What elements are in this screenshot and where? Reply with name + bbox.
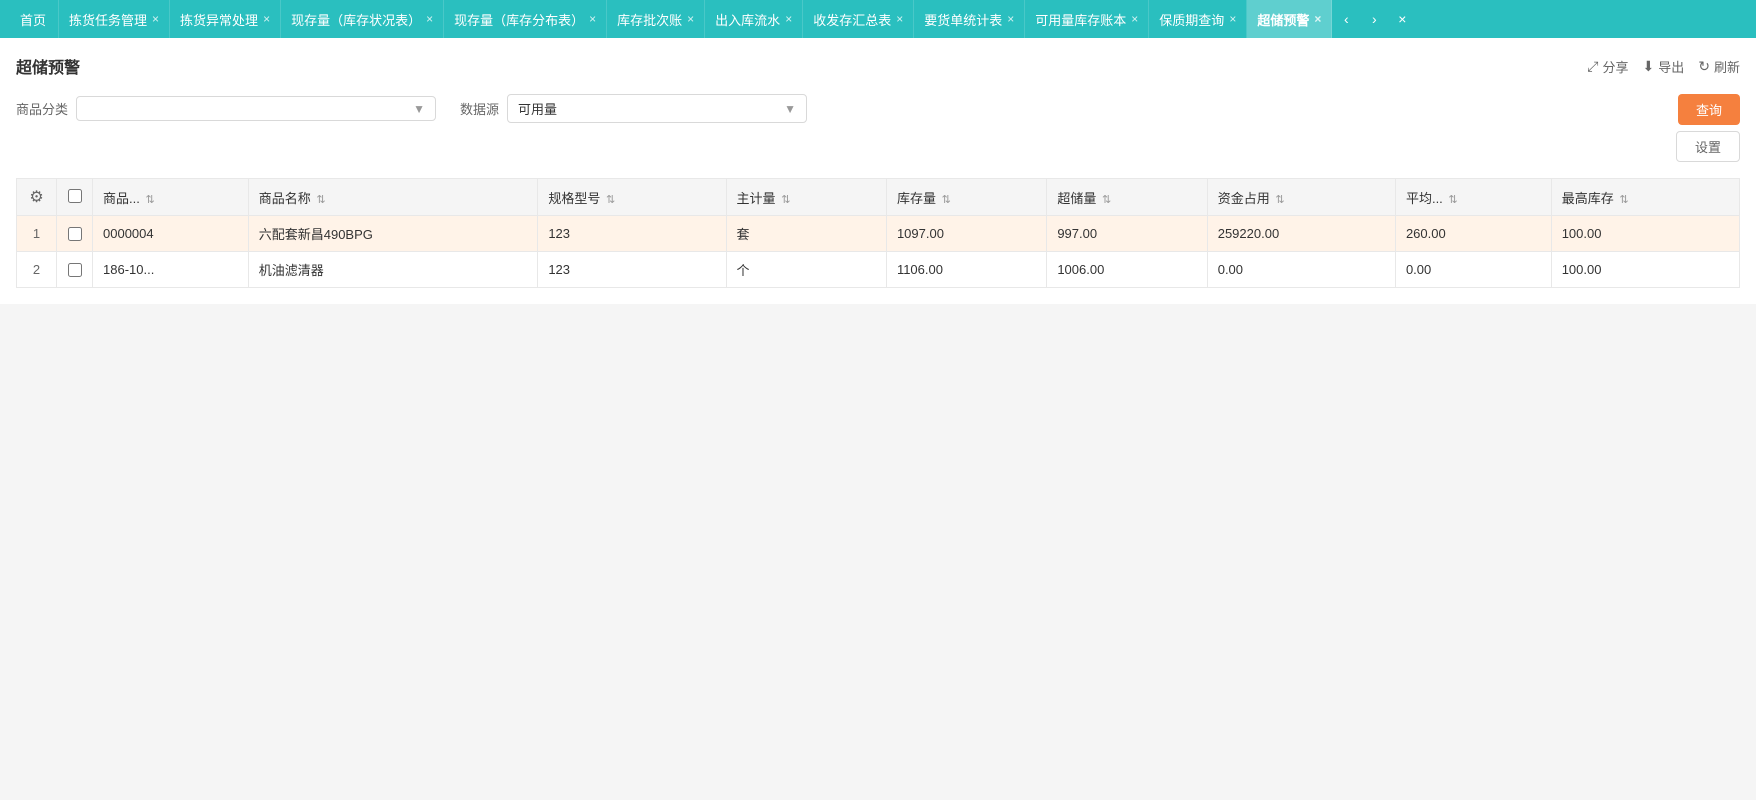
close-tab-stock-dist[interactable]: × [589, 12, 596, 26]
row-max-stock: 100.00 [1551, 216, 1739, 252]
row-product-code: 186-10... [93, 252, 249, 288]
close-tab-pick-exception[interactable]: × [263, 12, 270, 26]
main-content: 超储预警 ⤢ 分享 ⬇ 导出 ↻ 刷新 商品分类 ▼ [0, 38, 1756, 304]
col-header-unit[interactable]: 主计量 ⇅ [726, 179, 886, 216]
row-product-name: 机油滤清器 [248, 252, 538, 288]
row-spec: 123 [538, 216, 726, 252]
nav-tab-recv-summary[interactable]: 收发存汇总表 × [803, 0, 914, 38]
export-button[interactable]: ⬇ 导出 [1643, 57, 1685, 76]
row-unit: 个 [726, 252, 886, 288]
close-tab-inout-flow[interactable]: × [785, 12, 792, 26]
export-icon: ⬇ [1643, 58, 1655, 75]
settings-button[interactable]: 设置 [1676, 131, 1740, 162]
row-index: 1 [17, 216, 57, 252]
col-header-product-name[interactable]: 商品名称 ⇅ [248, 179, 538, 216]
row-avg: 260.00 [1395, 216, 1551, 252]
nav-tab-pick-exception[interactable]: 拣货异常处理 × [170, 0, 281, 38]
row-index: 2 [17, 252, 57, 288]
close-tab-stock-status[interactable]: × [426, 12, 433, 26]
nav-prev-arrow[interactable]: ‹ [1332, 0, 1360, 38]
refresh-icon: ↻ [1698, 58, 1710, 75]
nav-tab-stock-dist[interactable]: 现存量（库存分布表） × [444, 0, 607, 38]
row-overstock: 1006.00 [1047, 252, 1207, 288]
select-all-checkbox[interactable] [68, 189, 82, 203]
share-icon: ⤢ [1587, 58, 1598, 75]
refresh-button[interactable]: ↻ 刷新 [1698, 57, 1740, 76]
row-checkbox[interactable] [68, 263, 82, 277]
product-category-filter: 商品分类 ▼ [16, 96, 436, 121]
product-category-select[interactable]: ▼ [76, 96, 436, 121]
title-actions: ⤢ 分享 ⬇ 导出 ↻ 刷新 [1587, 57, 1740, 76]
sort-icon-overstock: ⇅ [1102, 194, 1111, 206]
nav-tab-batch-account[interactable]: 库存批次账 × [607, 0, 705, 38]
col-header-stock[interactable]: 库存量 ⇅ [886, 179, 1046, 216]
row-checkbox-cell[interactable] [57, 216, 93, 252]
sort-icon-capital: ⇅ [1275, 194, 1284, 206]
row-avg: 0.00 [1395, 252, 1551, 288]
data-source-label: 数据源 [460, 99, 499, 118]
data-source-filter: 数据源 可用量 ▼ [460, 94, 807, 123]
close-tab-recv-summary[interactable]: × [896, 12, 903, 26]
sort-icon-avg: ⇅ [1448, 194, 1457, 206]
table-row: 2 186-10... 机油滤清器 123 个 1106.00 1006.00 … [17, 252, 1740, 288]
nav-tab-quality-check[interactable]: 保质期查询 × [1149, 0, 1247, 38]
sort-icon-unit: ⇅ [781, 194, 790, 206]
row-capital: 259220.00 [1207, 216, 1395, 252]
table-row: 1 0000004 六配套新昌490BPG 123 套 1097.00 997.… [17, 216, 1740, 252]
row-stock: 1097.00 [886, 216, 1046, 252]
col-header-checkbox[interactable] [57, 179, 93, 216]
sort-icon-product-name: ⇅ [316, 194, 325, 206]
row-unit: 套 [726, 216, 886, 252]
col-header-settings[interactable]: ⚙ [17, 179, 57, 216]
col-header-product-code[interactable]: 商品... ⇅ [93, 179, 249, 216]
sort-icon-spec: ⇅ [606, 194, 615, 206]
col-header-avg[interactable]: 平均... ⇅ [1395, 179, 1551, 216]
nav-tab-inout-flow[interactable]: 出入库流水 × [705, 0, 803, 38]
sort-icon-product-code: ⇅ [145, 194, 154, 206]
row-spec: 123 [538, 252, 726, 288]
row-overstock: 997.00 [1047, 216, 1207, 252]
col-header-overstock[interactable]: 超储量 ⇅ [1047, 179, 1207, 216]
table-header-row: ⚙ 商品... ⇅ 商品名称 ⇅ 规格型号 ⇅ 主计量 [17, 179, 1740, 216]
close-tab-batch-account[interactable]: × [687, 12, 694, 26]
nav-tab-overstock[interactable]: 超储预警 × [1247, 0, 1332, 38]
nav-next-arrow[interactable]: › [1360, 0, 1388, 38]
row-capital: 0.00 [1207, 252, 1395, 288]
close-tab-available-stock[interactable]: × [1131, 12, 1138, 26]
row-checkbox[interactable] [68, 227, 82, 241]
product-category-dropdown-arrow: ▼ [413, 102, 425, 116]
data-table: ⚙ 商品... ⇅ 商品名称 ⇅ 规格型号 ⇅ 主计量 [16, 178, 1740, 288]
close-tab-overstock[interactable]: × [1314, 12, 1321, 26]
close-tab-quality-check[interactable]: × [1229, 12, 1236, 26]
col-header-capital[interactable]: 资金占用 ⇅ [1207, 179, 1395, 216]
row-max-stock: 100.00 [1551, 252, 1739, 288]
data-source-value: 可用量 [518, 99, 557, 118]
settings-gear-icon[interactable]: ⚙ [29, 189, 43, 206]
row-product-name: 六配套新昌490BPG [248, 216, 538, 252]
close-tab-order-stats[interactable]: × [1007, 12, 1014, 26]
nav-tab-order-stats[interactable]: 要货单统计表 × [914, 0, 1025, 38]
page-title-row: 超储预警 ⤢ 分享 ⬇ 导出 ↻ 刷新 [16, 54, 1740, 78]
nav-close-arrow[interactable]: × [1388, 0, 1416, 38]
col-header-spec[interactable]: 规格型号 ⇅ [538, 179, 726, 216]
data-source-select[interactable]: 可用量 ▼ [507, 94, 807, 123]
row-stock: 1106.00 [886, 252, 1046, 288]
nav-home[interactable]: 首页 [8, 0, 59, 38]
query-button[interactable]: 查询 [1678, 94, 1740, 125]
page-title: 超储预警 [16, 54, 80, 78]
filter-buttons: 查询 设置 [1676, 94, 1740, 162]
sort-icon-stock: ⇅ [942, 194, 951, 206]
share-button[interactable]: ⤢ 分享 [1587, 57, 1628, 76]
top-navigation: 首页 拣货任务管理 × 拣货异常处理 × 现存量（库存状况表） × 现存量（库存… [0, 0, 1756, 38]
sort-icon-max-stock: ⇅ [1619, 194, 1628, 206]
row-product-code: 0000004 [93, 216, 249, 252]
close-tab-pick-task[interactable]: × [152, 12, 159, 26]
data-source-dropdown-arrow: ▼ [784, 102, 796, 116]
nav-tab-pick-task[interactable]: 拣货任务管理 × [59, 0, 170, 38]
col-header-max-stock[interactable]: 最高库存 ⇅ [1551, 179, 1739, 216]
row-checkbox-cell[interactable] [57, 252, 93, 288]
nav-tab-available-stock[interactable]: 可用量库存账本 × [1025, 0, 1149, 38]
product-category-label: 商品分类 [16, 99, 68, 118]
nav-tab-stock-status[interactable]: 现存量（库存状况表） × [281, 0, 444, 38]
